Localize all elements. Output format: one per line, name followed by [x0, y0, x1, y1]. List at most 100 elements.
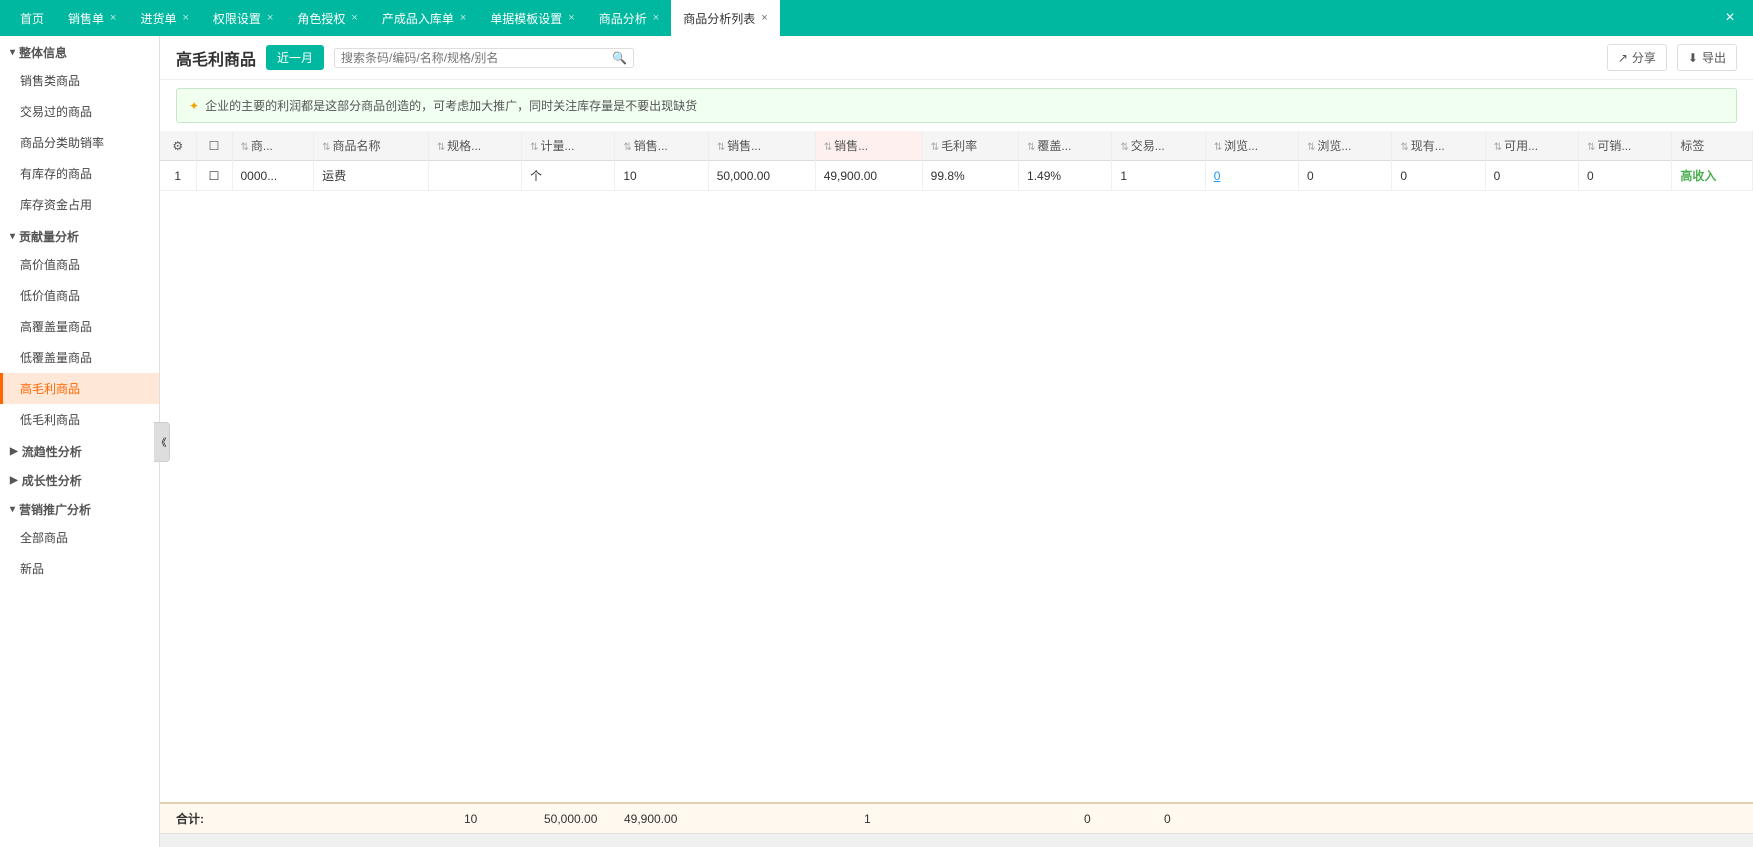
- nav-home[interactable]: 首页: [8, 0, 56, 36]
- page-title: 高毛利商品: [176, 46, 256, 70]
- header-checkbox[interactable]: ☐: [209, 139, 220, 153]
- info-banner: ✦ 企业的主要的利润都是这部分商品创造的，可考虑加大推广，同时关注库存量是不要出…: [176, 88, 1737, 123]
- col-settings[interactable]: ⚙: [160, 131, 196, 161]
- cell-code: 0000...: [232, 161, 314, 191]
- cell-unit: 个: [522, 161, 615, 191]
- col-coverage[interactable]: ⇅覆盖...: [1019, 131, 1112, 161]
- col-stock-current[interactable]: ⇅现有...: [1392, 131, 1485, 161]
- sidebar-group-overall-info[interactable]: ▾ 整体信息: [0, 36, 159, 65]
- col-checkbox[interactable]: ☐: [196, 131, 232, 161]
- sidebar-item-high-margin[interactable]: 高毛利商品: [0, 373, 159, 404]
- cell-name: 运费: [314, 161, 429, 191]
- col-code[interactable]: ⇅商...: [232, 131, 314, 161]
- footer-sales-amount: 50,000.00: [536, 812, 616, 826]
- sidebar-item-high-coverage[interactable]: 高覆盖量商品: [0, 311, 159, 342]
- nav-role-auth[interactable]: 角色授权 ×: [285, 0, 369, 36]
- sidebar-item-high-value[interactable]: 高价值商品: [0, 249, 159, 280]
- cell-transactions: 1: [1112, 161, 1205, 191]
- sidebar-item-traded-goods[interactable]: 交易过的商品: [0, 96, 159, 127]
- nav-purchase-order[interactable]: 进货单 ×: [128, 0, 200, 36]
- col-gross-margin[interactable]: ⇅毛利率: [922, 131, 1018, 161]
- window-close-button[interactable]: ×: [1715, 0, 1745, 36]
- nav-product-analysis-list-close[interactable]: ×: [761, 12, 767, 24]
- group-arrow-contribution: ▾: [10, 231, 15, 242]
- nav-role-close[interactable]: ×: [351, 12, 357, 24]
- col-spec[interactable]: ⇅规格...: [428, 131, 521, 161]
- group-arrow-marketing: ▾: [10, 504, 15, 515]
- nav-template-settings[interactable]: 单据模板设置 ×: [478, 0, 586, 36]
- cell-coverage: 1.49%: [1019, 161, 1112, 191]
- footer-label: 合计:: [176, 810, 256, 827]
- col-name[interactable]: ⇅商品名称: [314, 131, 429, 161]
- nav-permission-settings[interactable]: 权限设置 ×: [201, 0, 285, 36]
- col-transactions[interactable]: ⇅交易...: [1112, 131, 1205, 161]
- col-unit[interactable]: ⇅计量...: [522, 131, 615, 161]
- export-icon: ⬇: [1688, 51, 1698, 65]
- sidebar-item-low-coverage[interactable]: 低覆盖量商品: [0, 342, 159, 373]
- cell-spec: [428, 161, 521, 191]
- export-button[interactable]: ⬇ 导出: [1677, 44, 1737, 71]
- sidebar-group-contribution[interactable]: ▾ 贡献量分析: [0, 220, 159, 249]
- group-arrow-flow: ▶: [10, 446, 18, 457]
- cell-stock-available: 0: [1485, 161, 1578, 191]
- footer-transactions: 1: [856, 812, 936, 826]
- sidebar-item-category-rate[interactable]: 商品分类助销率: [0, 127, 159, 158]
- info-star-icon: ✦: [189, 99, 199, 113]
- data-table: ⚙ ☐ ⇅商... ⇅商品名称 ⇅规格... ⇅计量... ⇅销售... ⇅销售…: [160, 131, 1753, 191]
- sidebar: ▾ 整体信息 销售类商品 交易过的商品 商品分类助销率 有库存的商品 库存资金占…: [0, 36, 160, 847]
- content-area: 高毛利商品 近一月 🔍 ↗ 分享 ⬇ 导出 ✦ 企业的主要的利润都是这部分商品创…: [160, 36, 1753, 847]
- col-sales-qty[interactable]: ⇅销售...: [615, 131, 708, 161]
- nav-permission-close[interactable]: ×: [267, 12, 273, 24]
- search-icon[interactable]: 🔍: [612, 51, 627, 65]
- main-layout: ▾ 整体信息 销售类商品 交易过的商品 商品分类助销率 有库存的商品 库存资金占…: [0, 36, 1753, 847]
- col-views2[interactable]: ⇅浏览...: [1299, 131, 1392, 161]
- search-box[interactable]: 🔍: [334, 48, 634, 68]
- nav-product-analysis-list[interactable]: 商品分析列表 ×: [671, 0, 779, 36]
- sidebar-item-in-stock[interactable]: 有库存的商品: [0, 158, 159, 189]
- sidebar-group-flow[interactable]: ▶ 流趋性分析: [0, 435, 159, 464]
- col-views1[interactable]: ⇅浏览...: [1205, 131, 1298, 161]
- cell-index: 1: [160, 161, 196, 191]
- nav-product-close[interactable]: ×: [460, 12, 466, 24]
- sidebar-item-all-goods[interactable]: 全部商品: [0, 522, 159, 553]
- cell-views1[interactable]: 0: [1205, 161, 1298, 191]
- col-stock-sellable[interactable]: ⇅可销...: [1579, 131, 1672, 161]
- col-stock-available[interactable]: ⇅可用...: [1485, 131, 1578, 161]
- nav-product-analysis[interactable]: 商品分析 ×: [587, 0, 671, 36]
- sidebar-item-low-value[interactable]: 低价值商品: [0, 280, 159, 311]
- cell-checkbox[interactable]: ☐: [196, 161, 232, 191]
- nav-sales-order-close[interactable]: ×: [110, 12, 116, 24]
- sidebar-collapse-button[interactable]: 《: [154, 422, 170, 462]
- nav-sales-order[interactable]: 销售单 ×: [56, 0, 128, 36]
- footer-views: 0: [1076, 812, 1156, 826]
- group-arrow-growth: ▶: [10, 475, 18, 486]
- sidebar-group-growth[interactable]: ▶ 成长性分析: [0, 464, 159, 493]
- sidebar-item-low-margin[interactable]: 低毛利商品: [0, 404, 159, 435]
- row-checkbox[interactable]: ☐: [209, 169, 220, 183]
- nav-purchase-close[interactable]: ×: [182, 12, 188, 24]
- col-tag[interactable]: 标签: [1672, 131, 1753, 161]
- col-sales-net[interactable]: ⇅销售...: [815, 131, 922, 161]
- search-input[interactable]: [341, 51, 612, 65]
- col-sales-amount[interactable]: ⇅销售...: [708, 131, 815, 161]
- nav-template-close[interactable]: ×: [568, 12, 574, 24]
- sidebar-item-sales-goods[interactable]: 销售类商品: [0, 65, 159, 96]
- cell-views2: 0: [1299, 161, 1392, 191]
- cell-stock-sellable: 0: [1579, 161, 1672, 191]
- cell-gross-margin: 99.8%: [922, 161, 1018, 191]
- nav-product-analysis-close[interactable]: ×: [653, 12, 659, 24]
- filter-recent-month-button[interactable]: 近一月: [266, 45, 324, 70]
- sidebar-item-new-goods[interactable]: 新品: [0, 553, 159, 584]
- sidebar-group-marketing[interactable]: ▾ 营销推广分析: [0, 493, 159, 522]
- top-nav: 首页 销售单 × 进货单 × 权限设置 × 角色授权 × 产成品入库单 × 单据…: [0, 0, 1753, 36]
- data-table-wrapper: ⚙ ☐ ⇅商... ⇅商品名称 ⇅规格... ⇅计量... ⇅销售... ⇅销售…: [160, 131, 1753, 802]
- footer-sales-net: 49,900.00: [616, 812, 696, 826]
- share-icon: ↗: [1618, 51, 1628, 65]
- bottom-scrollbar[interactable]: [160, 833, 1753, 847]
- share-button[interactable]: ↗ 分享: [1607, 44, 1667, 71]
- nav-product-inbound[interactable]: 产成品入库单 ×: [370, 0, 478, 36]
- cell-tag: 高收入: [1672, 161, 1753, 191]
- sidebar-item-stock-funds[interactable]: 库存资金占用: [0, 189, 159, 220]
- cell-stock-current: 0: [1392, 161, 1485, 191]
- footer-stock: 0: [1156, 812, 1236, 826]
